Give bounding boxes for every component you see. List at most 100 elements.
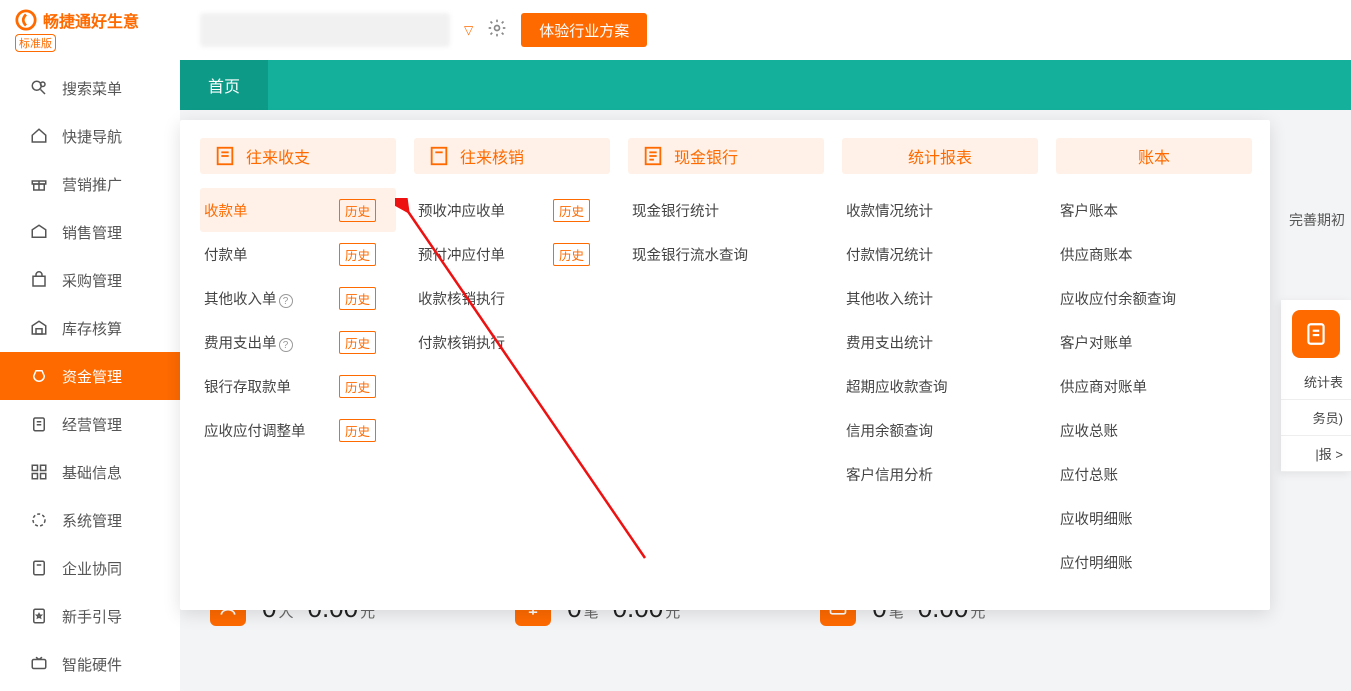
megamenu-header-label: 统计报表 <box>908 144 972 168</box>
nav: 搜索菜单 快捷导航 营销推广 销售管理 采购管理 库存核算 资金管理 经营管理 … <box>0 58 180 688</box>
star-doc-icon <box>30 607 48 625</box>
menu-item[interactable]: 应收总账 <box>1056 408 1252 452</box>
history-badge[interactable]: 历史 <box>339 419 376 442</box>
help-icon[interactable]: ? <box>279 294 293 308</box>
partial-text[interactable]: |报 > <box>1281 436 1351 472</box>
megamenu-col-reports: 统计报表 收款情况统计 付款情况统计 其他收入统计 费用支出统计 超期应收款查询… <box>842 138 1056 592</box>
menu-item-label: 供应商账本 <box>1060 244 1133 265</box>
megamenu-header: 往来核销 <box>414 138 610 174</box>
receipt-icon <box>428 145 450 167</box>
menu-item[interactable]: 应付明细账 <box>1056 540 1252 584</box>
history-badge[interactable]: 历史 <box>553 243 590 266</box>
search-icon <box>30 79 48 97</box>
doc-icon <box>642 145 664 167</box>
menu-item-other-income[interactable]: 其他收入单?历史 <box>200 276 396 320</box>
tabbar: 首页 <box>180 60 1351 110</box>
chevron-down-icon[interactable]: ▽ <box>464 23 473 37</box>
sidebar-item-label: 资金管理 <box>62 366 122 387</box>
menu-item-label: 供应商对账单 <box>1060 376 1147 397</box>
megamenu: 往来收支 收款单历史 付款单历史 其他收入单?历史 费用支出单?历史 银行存取款… <box>180 120 1270 610</box>
menu-item[interactable]: 其他收入统计 <box>842 276 1038 320</box>
menu-item-label: 信用余额查询 <box>846 420 933 441</box>
menu-item[interactable]: 客户对账单 <box>1056 320 1252 364</box>
history-badge[interactable]: 历史 <box>339 287 376 310</box>
sidebar-item-enterprise[interactable]: 企业协同 <box>0 544 180 592</box>
org-selector[interactable] <box>200 13 450 47</box>
megamenu-col-cashbank: 现金银行 现金银行统计 现金银行流水查询 <box>628 138 842 592</box>
money-icon <box>30 223 48 241</box>
menu-item-label: 客户信用分析 <box>846 464 933 485</box>
sidebar-item-sales[interactable]: 销售管理 <box>0 208 180 256</box>
menu-item[interactable]: 付款情况统计 <box>842 232 1038 276</box>
menu-item-label: 现金银行流水查询 <box>632 244 748 265</box>
sidebar-item-label: 智能硬件 <box>62 654 122 675</box>
menu-item-label: 预付冲应付单 <box>418 244 505 265</box>
menu-item[interactable]: 超期应收款查询 <box>842 364 1038 408</box>
megamenu-header-label: 往来收支 <box>246 144 310 168</box>
sidebar-item-label: 营销推广 <box>62 174 122 195</box>
industry-solution-button[interactable]: 体验行业方案 <box>521 13 647 47</box>
history-badge[interactable]: 历史 <box>339 199 376 222</box>
sidebar: 畅捷通好生意 标准版 搜索菜单 快捷导航 营销推广 销售管理 采购管理 库存核算… <box>0 0 180 691</box>
menu-item-prepay-offset[interactable]: 预付冲应付单 历史 <box>414 232 610 276</box>
partial-text: 完善期初 <box>1289 210 1345 230</box>
history-badge[interactable]: 历史 <box>339 243 376 266</box>
menu-item[interactable]: 应收明细账 <box>1056 496 1252 540</box>
warehouse-icon <box>30 319 48 337</box>
menu-item-cashbank-flow[interactable]: 现金银行流水查询 <box>628 232 824 276</box>
menu-item-label: 应收总账 <box>1060 420 1118 441</box>
sidebar-item-hardware[interactable]: 智能硬件 <box>0 640 180 688</box>
menu-item[interactable]: 应付总账 <box>1056 452 1252 496</box>
history-badge[interactable]: 历史 <box>553 199 590 222</box>
megamenu-header: 往来收支 <box>200 138 396 174</box>
help-icon[interactable]: ? <box>279 338 293 352</box>
menu-item-prereceipt-offset[interactable]: 预收冲应收单 历史 <box>414 188 610 232</box>
menu-item-label: 应付总账 <box>1060 464 1118 485</box>
menu-item[interactable]: 客户账本 <box>1056 188 1252 232</box>
menu-item-bank-transfer[interactable]: 银行存取款单 历史 <box>200 364 396 408</box>
sidebar-item-label: 搜索菜单 <box>62 78 122 99</box>
menu-item-expense[interactable]: 费用支出单?历史 <box>200 320 396 364</box>
gear-icon[interactable] <box>487 18 507 43</box>
menu-item-payment[interactable]: 付款单历史 <box>200 232 396 276</box>
menu-item-label: 预收冲应收单 <box>418 200 505 221</box>
menu-item[interactable]: 应收应付余额查询 <box>1056 276 1252 320</box>
megamenu-header-label: 往来核销 <box>460 144 524 168</box>
menu-item[interactable]: 信用余额查询 <box>842 408 1038 452</box>
menu-item-label: 收款核销执行 <box>418 288 505 309</box>
menu-item[interactable]: 收款情况统计 <box>842 188 1038 232</box>
grid-icon <box>30 463 48 481</box>
tab-home[interactable]: 首页 <box>180 60 268 110</box>
sidebar-item-system[interactable]: 系统管理 <box>0 496 180 544</box>
menu-item-payment-verify[interactable]: 付款核销执行 <box>414 320 610 364</box>
sidebar-item-search[interactable]: 搜索菜单 <box>0 64 180 112</box>
menu-item-receipt-verify[interactable]: 收款核销执行 <box>414 276 610 320</box>
menu-item-receipt[interactable]: 收款单历史 <box>200 188 396 232</box>
megamenu-header-label: 现金银行 <box>674 144 738 168</box>
sidebar-item-label: 企业协同 <box>62 558 122 579</box>
history-badge[interactable]: 历史 <box>339 375 376 398</box>
menu-item-label: 应收应付余额查询 <box>1060 288 1176 309</box>
doc-icon[interactable] <box>1292 310 1340 358</box>
menu-item[interactable]: 供应商账本 <box>1056 232 1252 276</box>
menu-item-label: 银行存取款单 <box>204 376 291 397</box>
menu-item[interactable]: 供应商对账单 <box>1056 364 1252 408</box>
sidebar-item-purchase[interactable]: 采购管理 <box>0 256 180 304</box>
menu-item[interactable]: 费用支出统计 <box>842 320 1038 364</box>
menu-item-cashbank-stats[interactable]: 现金银行统计 <box>628 188 824 232</box>
menu-item-label: 客户账本 <box>1060 200 1118 221</box>
sidebar-item-quicknav[interactable]: 快捷导航 <box>0 112 180 160</box>
sidebar-item-label: 系统管理 <box>62 510 122 531</box>
sidebar-item-marketing[interactable]: 营销推广 <box>0 160 180 208</box>
sidebar-item-basicinfo[interactable]: 基础信息 <box>0 448 180 496</box>
sidebar-item-inventory[interactable]: 库存核算 <box>0 304 180 352</box>
menu-item-ar-ap-adjust[interactable]: 应收应付调整单历史 <box>200 408 396 452</box>
brand-badge: 标准版 <box>15 34 56 52</box>
menu-item[interactable]: 客户信用分析 <box>842 452 1038 496</box>
history-badge[interactable]: 历史 <box>339 331 376 354</box>
megamenu-col-writeoff: 往来核销 预收冲应收单历史 预付冲应付单历史 收款核销执行 付款核销执行 <box>414 138 628 592</box>
sidebar-item-funds[interactable]: 资金管理 <box>0 352 180 400</box>
gift-icon <box>30 175 48 193</box>
sidebar-item-management[interactable]: 经营管理 <box>0 400 180 448</box>
sidebar-item-newbie[interactable]: 新手引导 <box>0 592 180 640</box>
